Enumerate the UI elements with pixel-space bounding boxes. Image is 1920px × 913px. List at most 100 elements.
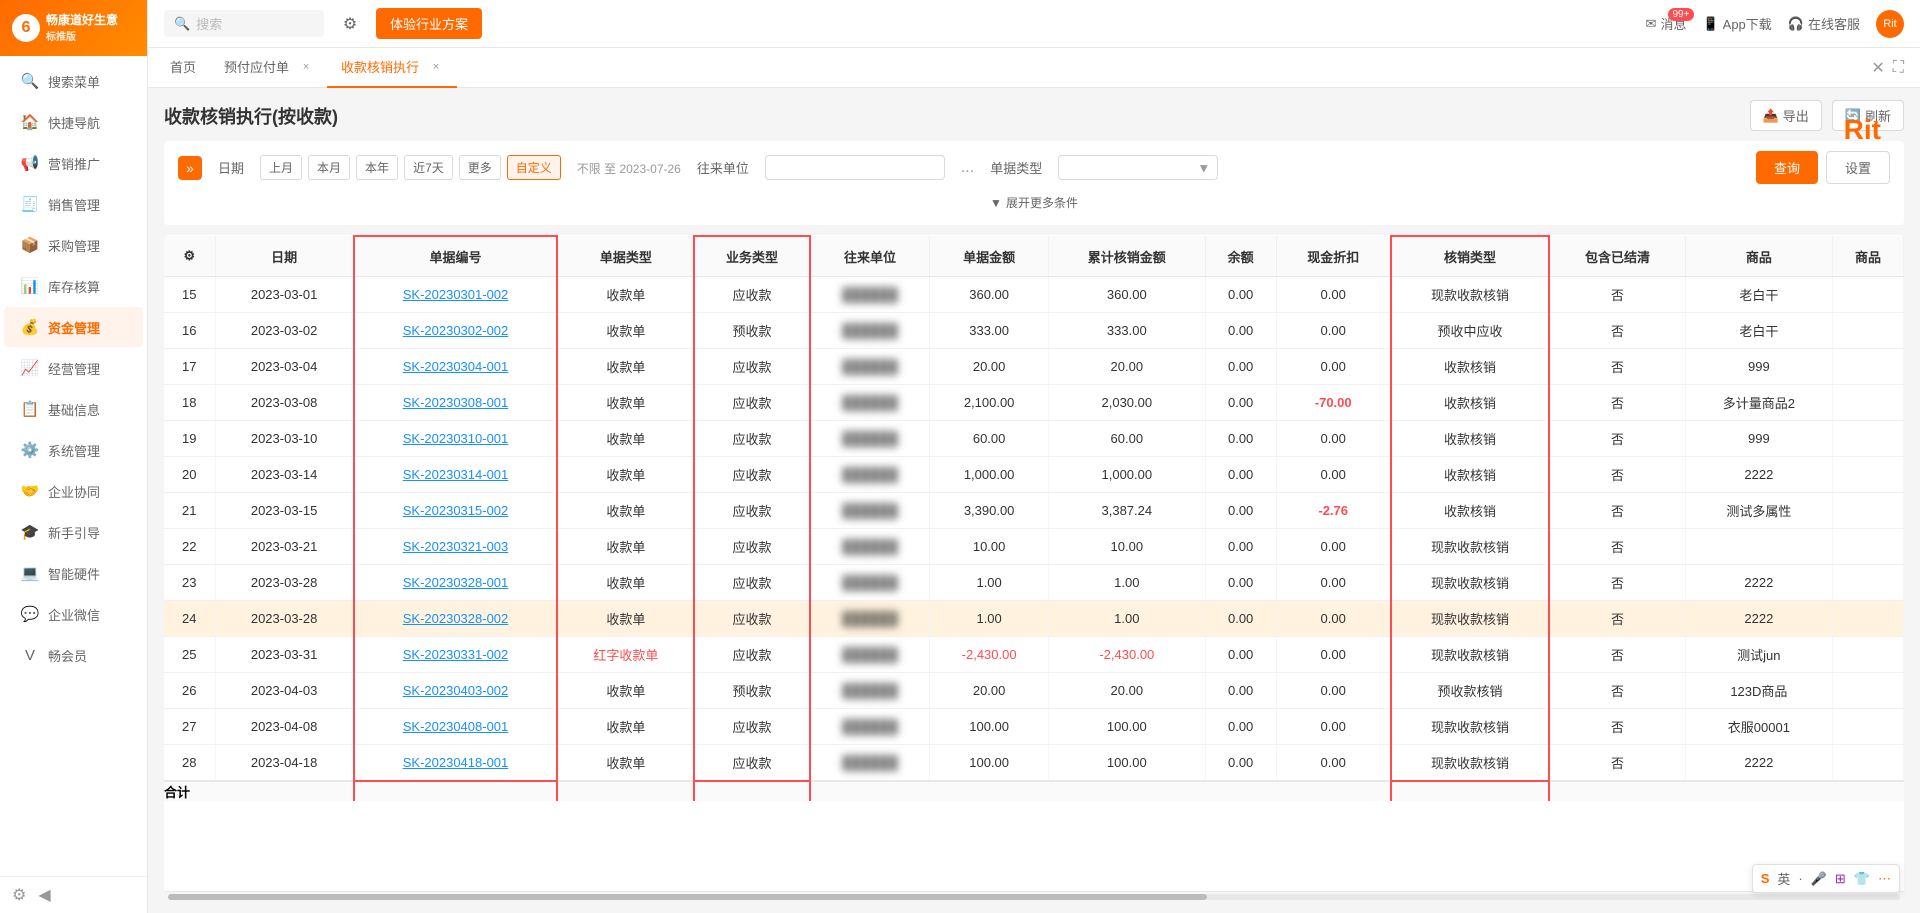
sidebar-item-hardware[interactable]: 💻 智能硬件 bbox=[4, 553, 143, 593]
table-cell: 0.00 bbox=[1205, 385, 1276, 421]
table-cell: 60.00 bbox=[1048, 421, 1205, 457]
message-button[interactable]: ✉ 消息 99+ bbox=[1646, 14, 1687, 33]
table-cell: 27 bbox=[164, 709, 215, 745]
table-cell bbox=[1832, 457, 1903, 493]
bill-no-link[interactable]: SK-20230328-001 bbox=[354, 565, 558, 601]
table-cell: 收款单 bbox=[557, 385, 694, 421]
table-cell bbox=[1832, 565, 1903, 601]
table-cell: 收款单 bbox=[557, 313, 694, 349]
settings-gear-icon[interactable]: ⚙ bbox=[336, 10, 364, 38]
table-row: 212023-03-15SK-20230315-002收款单应收款██████3… bbox=[164, 493, 1904, 529]
table-cell bbox=[1832, 493, 1903, 529]
table-footer-row: 合计 bbox=[164, 781, 1904, 801]
bill-no-link[interactable]: SK-20230314-001 bbox=[354, 457, 558, 493]
date-this-month-btn[interactable]: 本月 bbox=[308, 155, 350, 180]
table-horizontal-scrollbar[interactable] bbox=[164, 891, 1904, 901]
bill-type-filter-label: 单据类型 bbox=[990, 158, 1042, 177]
settings-icon[interactable]: ⚙ bbox=[12, 885, 26, 905]
sidebar-item-basic[interactable]: 📋 基础信息 bbox=[4, 389, 143, 429]
sidebar-item-operations[interactable]: 📈 经营管理 bbox=[4, 348, 143, 388]
sidebar-item-system[interactable]: ⚙️ 系统管理 bbox=[4, 430, 143, 470]
topbar: 🔍 搜索 ⚙ 体验行业方案 ✉ 消息 99+ 📱 App下载 🎧 在线客服 Ri… bbox=[148, 0, 1920, 48]
th-biz-type: 业务类型 bbox=[694, 236, 809, 277]
ime-microphone-icon[interactable]: 🎤 bbox=[1811, 871, 1827, 887]
finance-icon: 💰 bbox=[20, 317, 40, 337]
bill-no-link[interactable]: SK-20230304-001 bbox=[354, 349, 558, 385]
query-button[interactable]: 查询 bbox=[1756, 151, 1818, 184]
th-settings[interactable]: ⚙ bbox=[164, 236, 215, 277]
date-this-year-btn[interactable]: 本年 bbox=[356, 155, 398, 180]
filter-ellipsis[interactable]: ... bbox=[961, 159, 974, 177]
table-row: 152023-03-01SK-20230301-002收款单应收款██████3… bbox=[164, 277, 1904, 313]
sidebar-item-marketing[interactable]: 📢 营销推广 bbox=[4, 143, 143, 183]
table-scroll-area[interactable]: ⚙ 日期 单据编号 单据类型 业务类型 往来单位 单据金额 累计核销金额 余额 … bbox=[164, 235, 1904, 891]
ime-more-icon[interactable]: ⋯ bbox=[1878, 871, 1891, 887]
user-avatar[interactable]: Rit bbox=[1876, 10, 1904, 38]
collapse-icon[interactable]: ◀ bbox=[38, 885, 50, 905]
sidebar-item-sales[interactable]: 🧾 销售管理 bbox=[4, 184, 143, 224]
date-custom-btn[interactable]: 自定义 bbox=[507, 155, 561, 180]
table-cell: -2.76 bbox=[1276, 493, 1391, 529]
ime-grid-icon[interactable]: ⊞ bbox=[1835, 871, 1846, 887]
filter-collapse-button[interactable]: » bbox=[178, 156, 202, 180]
topbar-search-box[interactable]: 🔍 搜索 bbox=[164, 10, 324, 37]
bill-no-link[interactable]: SK-20230403-002 bbox=[354, 673, 558, 709]
table-cell: 0.00 bbox=[1205, 421, 1276, 457]
table-cell: 10.00 bbox=[1048, 529, 1205, 565]
table-cell: 收款单 bbox=[557, 421, 694, 457]
app-download-link[interactable]: 📱 App下载 bbox=[1702, 14, 1771, 33]
export-button[interactable]: 📤 导出 bbox=[1750, 100, 1822, 131]
sidebar-item-quicknav[interactable]: 🏠 快捷导航 bbox=[4, 102, 143, 142]
tab-home[interactable]: 首页 bbox=[156, 48, 210, 88]
bill-no-link[interactable]: SK-20230321-003 bbox=[354, 529, 558, 565]
tab-payable[interactable]: 预付应付单 × bbox=[210, 48, 327, 88]
table-cell: ██████ bbox=[810, 277, 930, 313]
date-last-month-btn[interactable]: 上月 bbox=[260, 155, 302, 180]
sidebar-item-guide[interactable]: 🎓 新手引导 bbox=[4, 512, 143, 552]
scrollbar-track[interactable] bbox=[168, 894, 1900, 900]
bill-no-link[interactable]: SK-20230418-001 bbox=[354, 745, 558, 782]
table-cell: 0.00 bbox=[1205, 745, 1276, 782]
table-cell: 22 bbox=[164, 529, 215, 565]
table-cell bbox=[1685, 529, 1832, 565]
bill-no-link[interactable]: SK-20230315-002 bbox=[354, 493, 558, 529]
tab-write-off[interactable]: 收款核销执行 × bbox=[327, 48, 457, 88]
sidebar-item-finance[interactable]: 💰 资金管理 bbox=[4, 307, 143, 347]
logo-text: 畅康道好生意 标推版 bbox=[46, 13, 118, 44]
tab-fullscreen-icon[interactable]: ⛶ bbox=[1893, 59, 1904, 77]
sidebar-item-cooperation[interactable]: 🤝 企业协同 bbox=[4, 471, 143, 511]
sidebar-item-purchase[interactable]: 📦 采购管理 bbox=[4, 225, 143, 265]
bill-no-link[interactable]: SK-20230302-002 bbox=[354, 313, 558, 349]
table-cell: 2,100.00 bbox=[930, 385, 1049, 421]
partner-filter-input[interactable] bbox=[765, 155, 945, 180]
tab-payable-close-icon[interactable]: × bbox=[299, 60, 313, 74]
online-service-link[interactable]: 🎧 在线客服 bbox=[1788, 14, 1860, 33]
table-cell: 23 bbox=[164, 565, 215, 601]
date-7days-btn[interactable]: 近7天 bbox=[404, 155, 453, 180]
bill-no-link[interactable]: SK-20230331-002 bbox=[354, 637, 558, 673]
tab-write-off-close-icon[interactable]: × bbox=[429, 60, 443, 74]
sidebar-item-wechat[interactable]: 💬 企业微信 bbox=[4, 594, 143, 634]
table-cell: ██████ bbox=[810, 313, 930, 349]
table-cell bbox=[1832, 349, 1903, 385]
scrollbar-thumb[interactable] bbox=[168, 894, 1207, 900]
bill-no-link[interactable]: SK-20230408-001 bbox=[354, 709, 558, 745]
tab-close-all-icon[interactable]: ✕ bbox=[1871, 58, 1884, 78]
sidebar-item-member[interactable]: V 畅会员 bbox=[4, 635, 143, 675]
table-cell: 现款收款核销 bbox=[1391, 601, 1549, 637]
table-row: 282023-04-18SK-20230418-001收款单应收款██████1… bbox=[164, 745, 1904, 782]
table-cell: 红字收款单 bbox=[557, 637, 694, 673]
filter-setting-button[interactable]: 设置 bbox=[1826, 151, 1890, 184]
expand-more-button[interactable]: ▼ 展开更多条件 bbox=[178, 190, 1890, 215]
bill-no-link[interactable]: SK-20230328-002 bbox=[354, 601, 558, 637]
ime-shirt-icon[interactable]: 👕 bbox=[1854, 871, 1870, 887]
sidebar-item-inventory[interactable]: 📊 库存核算 bbox=[4, 266, 143, 306]
solution-button[interactable]: 体验行业方案 bbox=[376, 8, 482, 39]
bill-no-link[interactable]: SK-20230310-001 bbox=[354, 421, 558, 457]
bill-no-link[interactable]: SK-20230308-001 bbox=[354, 385, 558, 421]
date-more-btn[interactable]: 更多 bbox=[459, 155, 501, 180]
sidebar-item-search[interactable]: 🔍 搜索菜单 bbox=[4, 61, 143, 101]
bill-type-select[interactable] bbox=[1058, 155, 1218, 180]
date-buttons-group: 上月 本月 本年 近7天 更多 自定义 bbox=[260, 155, 561, 180]
bill-no-link[interactable]: SK-20230301-002 bbox=[354, 277, 558, 313]
